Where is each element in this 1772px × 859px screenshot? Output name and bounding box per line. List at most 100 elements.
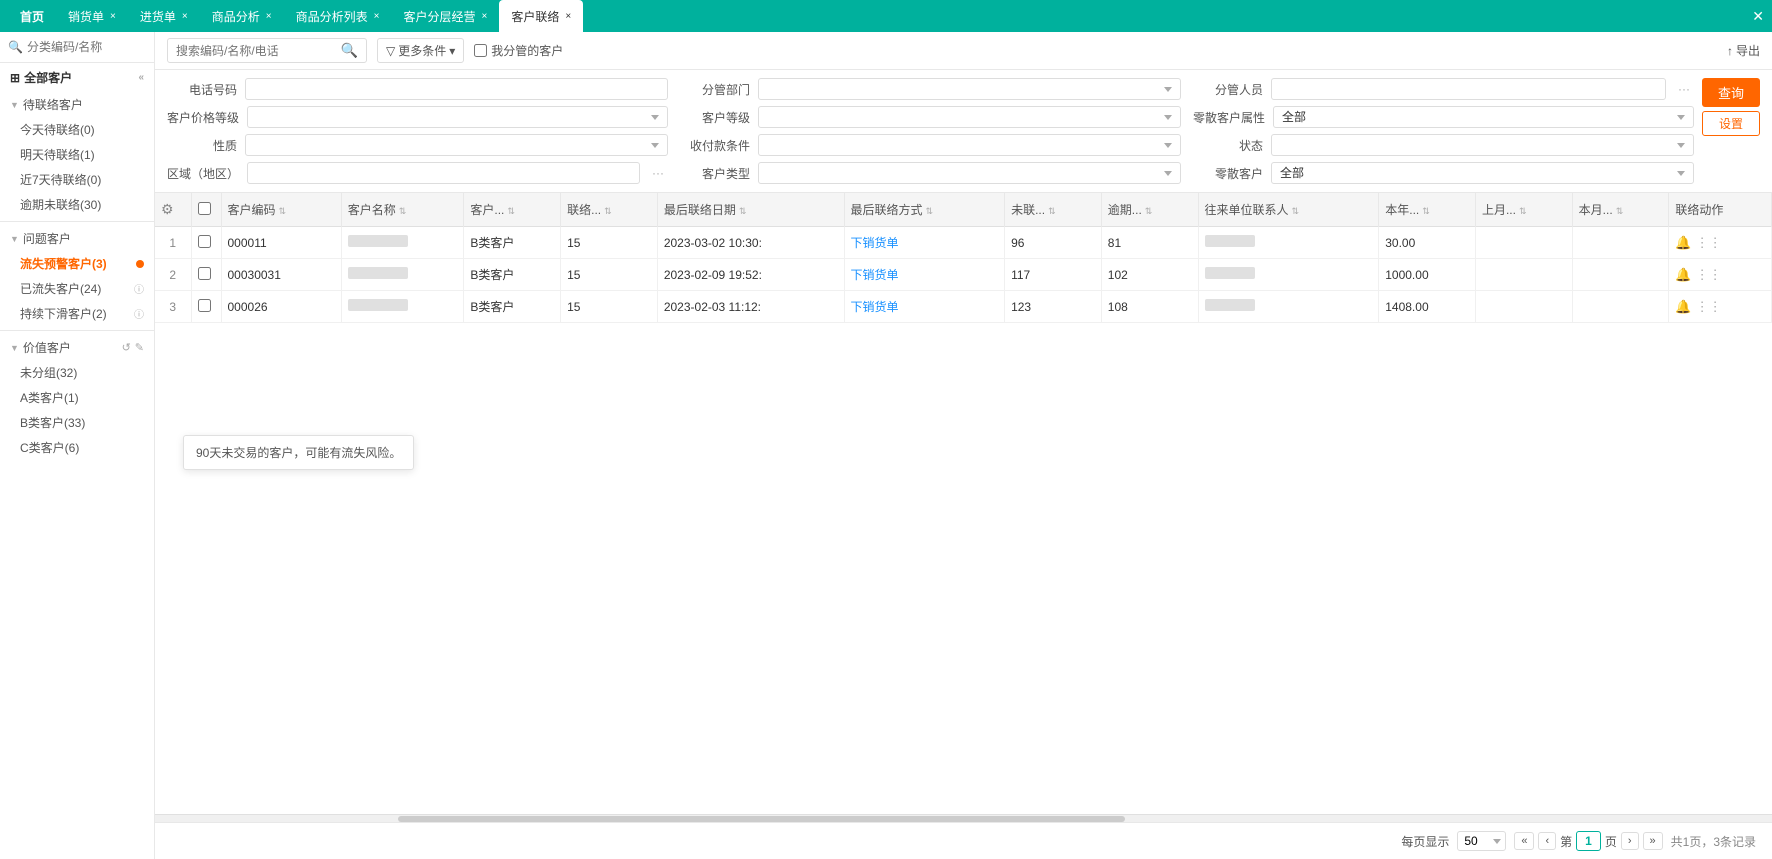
row-last-method[interactable]: 下销货单 <box>844 291 1005 323</box>
my-customers-check[interactable] <box>474 44 487 57</box>
row-last-method[interactable]: 下销货单 <box>844 259 1005 291</box>
status-select[interactable] <box>1271 134 1694 156</box>
customer-tier-select[interactable] <box>758 106 1181 128</box>
close-customer-tier-tab[interactable]: × <box>481 11 487 22</box>
search-input[interactable] <box>176 44 341 58</box>
horizontal-scrollbar[interactable] <box>155 814 1772 822</box>
manager-input[interactable] <box>1271 78 1666 100</box>
payment-select[interactable] <box>758 134 1181 156</box>
sort-contact-icon[interactable]: ⇅ <box>604 206 612 216</box>
phone-input[interactable] <box>245 78 668 100</box>
more-action-icon[interactable]: ⋮⋮ <box>1696 267 1722 283</box>
query-button[interactable]: 查询 <box>1702 78 1760 107</box>
sidebar-group-pending-contact[interactable]: ▼ 待联络客户 <box>0 92 154 117</box>
sort-this-month-icon[interactable]: ⇅ <box>1616 206 1624 216</box>
my-customers-checkbox[interactable]: 我分管的客户 <box>474 42 563 59</box>
scroll-thumb[interactable] <box>398 816 1126 822</box>
row-checkbox[interactable] <box>198 235 211 248</box>
select-all-checkbox[interactable] <box>198 202 211 215</box>
edit-icon[interactable]: ✎ <box>135 341 144 354</box>
sort-last-month-icon[interactable]: ⇅ <box>1519 206 1527 216</box>
sidebar-item-tomorrow[interactable]: 明天待联络(1) <box>0 142 154 167</box>
retail-select[interactable]: 全部 <box>1271 162 1694 184</box>
sidebar-collapse-icon[interactable]: « <box>138 72 144 83</box>
close-product-analysis-list-tab[interactable]: × <box>374 11 380 22</box>
last-page-button[interactable]: » <box>1643 832 1663 850</box>
sort-unit-contact-icon[interactable]: ⇅ <box>1292 206 1300 216</box>
dept-select[interactable] <box>758 78 1181 100</box>
region-input[interactable] <box>247 162 640 184</box>
sort-type-icon[interactable]: ⇅ <box>507 206 515 216</box>
sort-this-year-icon[interactable]: ⇅ <box>1422 206 1430 216</box>
close-purchase-tab[interactable]: × <box>182 11 188 22</box>
first-page-button[interactable]: « <box>1514 832 1534 850</box>
nature-select[interactable] <box>245 134 668 156</box>
price-tier-select[interactable] <box>247 106 668 128</box>
more-conditions-button[interactable]: ▽ 更多条件 ▾ <box>377 38 464 63</box>
tab-home[interactable]: 首页 <box>8 0 56 32</box>
sidebar-item-class-c[interactable]: C类客户(6) <box>0 435 154 460</box>
sidebar-item-unclassified[interactable]: 未分组(32) <box>0 360 154 385</box>
close-window-button[interactable]: ✕ <box>1752 8 1764 25</box>
sidebar-group-value[interactable]: ▼ 价值客户 ↺ ✎ <box>0 335 154 360</box>
arrow-icon: ▼ <box>10 100 19 110</box>
export-button[interactable]: ↑ 导出 <box>1727 42 1760 59</box>
sort-overdue-icon[interactable]: ⇅ <box>1145 206 1153 216</box>
sidebar-item-today[interactable]: 今天待联络(0) <box>0 117 154 142</box>
sidebar-item-week[interactable]: 近7天待联络(0) <box>0 167 154 192</box>
row-overdue: 81 <box>1101 227 1198 259</box>
col-settings[interactable]: ⚙ <box>155 193 191 227</box>
last-method-link[interactable]: 下销货单 <box>851 236 899 250</box>
sort-last-method-icon[interactable]: ⇅ <box>926 206 934 216</box>
tab-sales[interactable]: 销货单 × <box>56 0 128 32</box>
sort-not-contacted-icon[interactable]: ⇅ <box>1048 206 1056 216</box>
sidebar-item-class-a[interactable]: A类客户(1) <box>0 385 154 410</box>
export-icon: ↑ <box>1727 44 1733 58</box>
next-page-button[interactable]: › <box>1621 832 1639 850</box>
tab-product-analysis[interactable]: 商品分析 × <box>200 0 284 32</box>
customer-type-select[interactable] <box>758 162 1181 184</box>
close-customer-contact-tab[interactable]: × <box>565 11 571 22</box>
last-method-link[interactable]: 下销货单 <box>851 268 899 282</box>
row-check[interactable] <box>191 291 221 323</box>
row-last-method[interactable]: 下销货单 <box>844 227 1005 259</box>
manager-dots[interactable]: ··· <box>1674 82 1694 96</box>
col-checkbox[interactable] <box>191 193 221 227</box>
more-action-icon[interactable]: ⋮⋮ <box>1696 299 1722 315</box>
tab-purchase[interactable]: 进货单 × <box>128 0 200 32</box>
contact-action-icon[interactable]: 🔔 <box>1675 299 1691 315</box>
sidebar-item-class-b[interactable]: B类客户(33) <box>0 410 154 435</box>
prev-page-button[interactable]: ‹ <box>1538 832 1556 850</box>
sort-name-icon[interactable]: ⇅ <box>399 206 407 216</box>
row-checkbox[interactable] <box>198 267 211 280</box>
sidebar-item-overdue[interactable]: 逾期未联络(30) <box>0 192 154 217</box>
row-check[interactable] <box>191 227 221 259</box>
row-checkbox[interactable] <box>198 299 211 312</box>
tab-customer-tier[interactable]: 客户分层经营 × <box>391 0 499 32</box>
sidebar-item-churn-warning[interactable]: 流失预警客户(3) <box>0 251 154 276</box>
close-product-analysis-tab[interactable]: × <box>266 11 272 22</box>
sort-code-icon[interactable]: ⇅ <box>279 206 287 216</box>
contact-action-icon[interactable]: 🔔 <box>1675 267 1691 283</box>
region-dots[interactable]: ··· <box>648 166 668 180</box>
per-page-select[interactable]: 50 20 100 <box>1457 831 1506 851</box>
more-action-icon[interactable]: ⋮⋮ <box>1696 235 1722 251</box>
sort-last-date-icon[interactable]: ⇅ <box>739 206 747 216</box>
retail-attr-select[interactable]: 全部 <box>1273 106 1694 128</box>
contact-action-icon[interactable]: 🔔 <box>1675 235 1691 251</box>
last-method-link[interactable]: 下销货单 <box>851 300 899 314</box>
sidebar-item-churned[interactable]: 已流失客户(24) ⓘ <box>0 276 154 301</box>
refresh-icon[interactable]: ↺ <box>122 341 131 354</box>
close-sales-tab[interactable]: × <box>110 11 116 22</box>
col-unit-contact: 往来单位联系人⇅ <box>1198 193 1379 227</box>
sidebar-all-customers[interactable]: ⊞ 全部客户 « <box>0 63 154 92</box>
sidebar-search-input[interactable] <box>27 40 146 54</box>
tab-product-analysis-list[interactable]: 商品分析列表 × <box>284 0 392 32</box>
search-button[interactable]: 🔍 <box>341 42 358 59</box>
settings-button[interactable]: 设置 <box>1702 111 1760 136</box>
row-check[interactable] <box>191 259 221 291</box>
sidebar-item-decreasing[interactable]: 持续下滑客户(2) ⓘ <box>0 301 154 326</box>
tab-customer-contact[interactable]: 客户联络 × <box>499 0 583 32</box>
table-settings-icon[interactable]: ⚙ <box>161 201 174 217</box>
sidebar-group-at-risk[interactable]: ▼ 问题客户 <box>0 226 154 251</box>
